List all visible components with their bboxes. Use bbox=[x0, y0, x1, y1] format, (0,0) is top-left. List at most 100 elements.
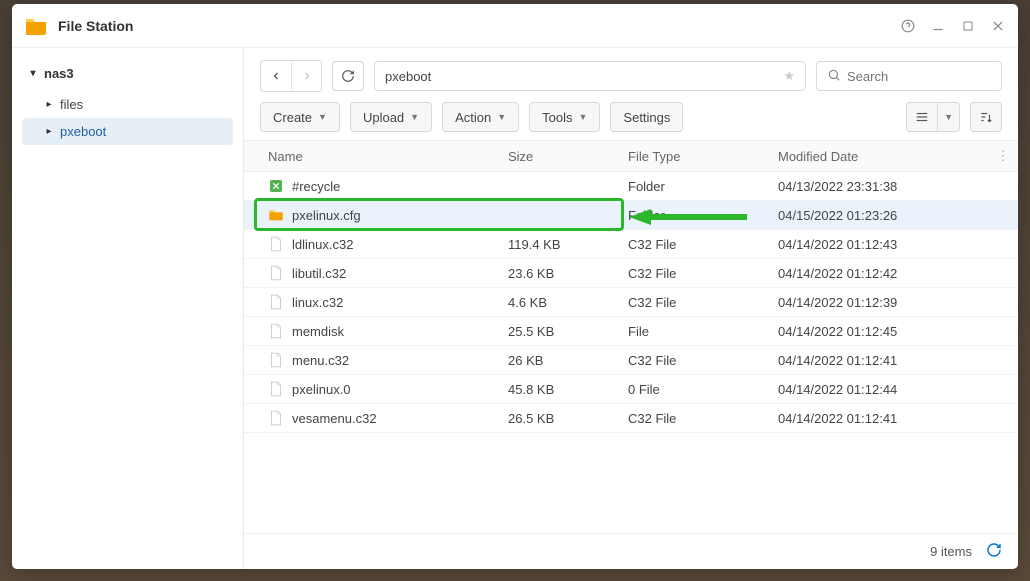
action-button[interactable]: Action▼ bbox=[442, 102, 519, 132]
titlebar: File Station bbox=[12, 4, 1018, 48]
table-row[interactable]: menu.c32 26 KBC32 File04/14/2022 01:12:41 bbox=[244, 346, 1018, 375]
path-text: pxeboot bbox=[385, 69, 783, 84]
view-list-button[interactable] bbox=[906, 102, 938, 132]
tree-root-label: nas3 bbox=[44, 66, 74, 81]
table-row[interactable]: pxelinux.cfgFolder04/15/2022 01:23:26 bbox=[244, 201, 1018, 230]
caret-icon: ▼ bbox=[410, 112, 419, 122]
file-type: C32 File bbox=[620, 353, 770, 368]
file-size: 119.4 KB bbox=[500, 237, 620, 252]
item-count: 9 items bbox=[930, 544, 972, 559]
path-input[interactable]: pxeboot ★ bbox=[374, 61, 806, 91]
table-row[interactable]: vesamenu.c32 26.5 KBC32 File04/14/2022 01… bbox=[244, 404, 1018, 433]
file-name: libutil.c32 bbox=[292, 266, 346, 281]
search-icon bbox=[827, 68, 841, 85]
search-input[interactable] bbox=[847, 69, 1018, 84]
file-icon bbox=[268, 352, 284, 368]
col-name[interactable]: Name bbox=[260, 149, 500, 164]
file-name: vesamenu.c32 bbox=[292, 411, 377, 426]
sidebar: ▾ nas3 ▸ files ▸ pxeboot bbox=[12, 48, 244, 569]
close-button[interactable] bbox=[990, 18, 1006, 34]
file-size: 25.5 KB bbox=[500, 324, 620, 339]
table-row[interactable]: pxelinux.0 45.8 KB0 File04/14/2022 01:12:… bbox=[244, 375, 1018, 404]
table-row[interactable]: memdisk25.5 KBFile04/14/2022 01:12:45 bbox=[244, 317, 1018, 346]
file-name: ldlinux.c32 bbox=[292, 237, 353, 252]
file-type: 0 File bbox=[620, 382, 770, 397]
main-panel: pxeboot ★ Create▼ Upload▼ Action▼ Tools▼… bbox=[244, 48, 1018, 569]
file-icon bbox=[268, 236, 284, 252]
file-icon bbox=[268, 294, 284, 310]
table-row[interactable]: linux.c324.6 KBC32 File04/14/2022 01:12:… bbox=[244, 288, 1018, 317]
folder-icon bbox=[268, 207, 284, 223]
file-name: menu.c32 bbox=[292, 353, 349, 368]
file-size: 26 KB bbox=[500, 353, 620, 368]
file-modified: 04/14/2022 01:12:45 bbox=[770, 324, 988, 339]
col-options[interactable]: ⋮ bbox=[988, 148, 1018, 164]
col-mod[interactable]: Modified Date bbox=[770, 149, 988, 164]
file-size: 4.6 KB bbox=[500, 295, 620, 310]
table-row[interactable]: ldlinux.c32119.4 KBC32 File04/14/2022 01… bbox=[244, 230, 1018, 259]
file-icon bbox=[268, 265, 284, 281]
file-modified: 04/14/2022 01:12:43 bbox=[770, 237, 988, 252]
table-row[interactable]: #recycle Folder04/13/2022 23:31:38 bbox=[244, 172, 1018, 201]
view-dropdown-button[interactable]: ▼ bbox=[938, 102, 960, 132]
app-icon bbox=[24, 14, 48, 38]
file-modified: 04/14/2022 01:12:44 bbox=[770, 382, 988, 397]
col-type[interactable]: File Type bbox=[620, 149, 770, 164]
search-box[interactable] bbox=[816, 61, 1002, 91]
file-modified: 04/14/2022 01:12:42 bbox=[770, 266, 988, 281]
file-name: pxelinux.cfg bbox=[292, 208, 361, 223]
toolbar: pxeboot ★ Create▼ Upload▼ Action▼ Tools▼… bbox=[244, 48, 1018, 140]
back-button[interactable] bbox=[261, 61, 291, 91]
file-type: C32 File bbox=[620, 266, 770, 281]
forward-button[interactable] bbox=[291, 61, 321, 91]
tools-button[interactable]: Tools▼ bbox=[529, 102, 600, 132]
maximize-button[interactable] bbox=[960, 18, 976, 34]
file-modified: 04/14/2022 01:12:39 bbox=[770, 295, 988, 310]
minimize-button[interactable] bbox=[930, 18, 946, 34]
sidebar-item-files[interactable]: ▸ files bbox=[22, 91, 233, 118]
file-type: C32 File bbox=[620, 411, 770, 426]
window-controls bbox=[900, 18, 1006, 34]
file-icon bbox=[268, 381, 284, 397]
create-button[interactable]: Create▼ bbox=[260, 102, 340, 132]
app-title: File Station bbox=[58, 18, 900, 34]
file-name: #recycle bbox=[292, 179, 340, 194]
caret-right-icon: ▸ bbox=[44, 126, 54, 137]
file-size: 26.5 KB bbox=[500, 411, 620, 426]
tree-root[interactable]: ▾ nas3 bbox=[22, 62, 233, 85]
help-button[interactable] bbox=[900, 18, 916, 34]
file-name: memdisk bbox=[292, 324, 344, 339]
recycle-icon bbox=[268, 178, 284, 194]
file-size: 23.6 KB bbox=[500, 266, 620, 281]
sort-button[interactable] bbox=[970, 102, 1002, 132]
statusbar: 9 items bbox=[244, 533, 1018, 569]
caret-down-icon: ▾ bbox=[28, 68, 38, 79]
file-icon bbox=[268, 323, 284, 339]
file-modified: 04/15/2022 01:23:26 bbox=[770, 208, 988, 223]
file-station-window: File Station ▾ nas3 ▸ files ▸ pxeboot bbox=[12, 4, 1018, 569]
favorite-icon[interactable]: ★ bbox=[783, 68, 795, 84]
file-type: Folder bbox=[620, 179, 770, 194]
table-row[interactable]: libutil.c32 23.6 KBC32 File04/14/2022 01:… bbox=[244, 259, 1018, 288]
body: ▾ nas3 ▸ files ▸ pxeboot pxeboot ★ bbox=[12, 48, 1018, 569]
file-size: 45.8 KB bbox=[500, 382, 620, 397]
refresh-button[interactable] bbox=[986, 542, 1002, 561]
sidebar-item-label: files bbox=[60, 97, 83, 112]
settings-button[interactable]: Settings bbox=[610, 102, 683, 132]
caret-icon: ▼ bbox=[579, 112, 588, 122]
file-modified: 04/14/2022 01:12:41 bbox=[770, 353, 988, 368]
file-modified: 04/13/2022 23:31:38 bbox=[770, 179, 988, 194]
file-name: pxelinux.0 bbox=[292, 382, 351, 397]
sidebar-item-pxeboot[interactable]: ▸ pxeboot bbox=[22, 118, 233, 145]
view-mode-buttons: ▼ bbox=[906, 102, 960, 132]
nav-buttons bbox=[260, 60, 322, 92]
file-table: Name Size File Type Modified Date ⋮ #rec… bbox=[244, 140, 1018, 533]
file-icon bbox=[268, 410, 284, 426]
upload-button[interactable]: Upload▼ bbox=[350, 102, 432, 132]
reload-button[interactable] bbox=[332, 61, 364, 91]
sidebar-item-label: pxeboot bbox=[60, 124, 106, 139]
caret-right-icon: ▸ bbox=[44, 99, 54, 110]
col-size[interactable]: Size bbox=[500, 149, 620, 164]
file-modified: 04/14/2022 01:12:41 bbox=[770, 411, 988, 426]
caret-icon: ▼ bbox=[497, 112, 506, 122]
